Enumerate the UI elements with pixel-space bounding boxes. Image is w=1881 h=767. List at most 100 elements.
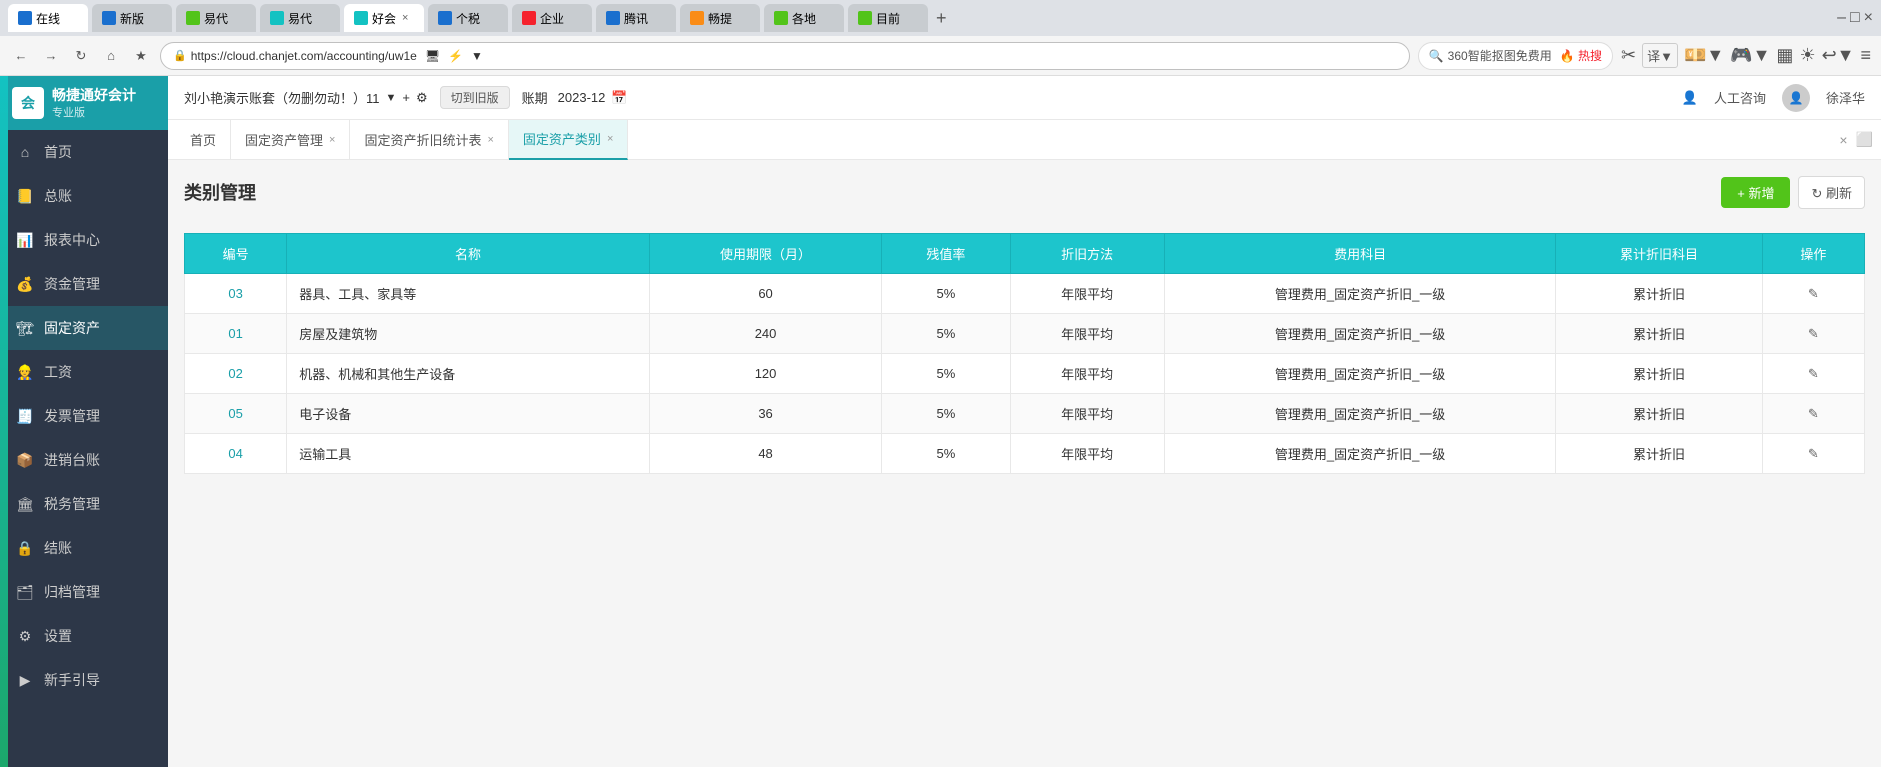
sidebar-item-archive[interactable]: 🗂 归档管理 — [0, 570, 168, 614]
maximize-button[interactable]: □ — [1850, 9, 1860, 27]
tab-label-3: 易代 — [204, 10, 228, 27]
sidebar-item-fund[interactable]: 💰 资金管理 — [0, 262, 168, 306]
cell-code-2[interactable]: 02 — [185, 354, 287, 394]
sidebar-logo-icon: 会 — [12, 87, 44, 119]
cell-action-0: ✎ — [1762, 274, 1864, 314]
new-tab-button[interactable]: + — [936, 8, 947, 29]
user-avatar-name[interactable]: 徐泽华 — [1826, 88, 1865, 107]
tab-fixed-mgmt[interactable]: 固定资产管理 × — [231, 120, 350, 160]
game-icon[interactable]: 🎮▼ — [1730, 45, 1770, 66]
browser-tab-3[interactable]: 易代 — [176, 4, 256, 32]
browser-tab-8[interactable]: 腾讯 — [596, 4, 676, 32]
expand-tabs-button[interactable]: ⬜ — [1856, 131, 1873, 148]
cell-name-0: 器具、工具、家具等 — [287, 274, 650, 314]
sidebar-header: 会 畅捷通好会计 专业版 — [0, 76, 168, 130]
sidebar-label-guide: 新手引导 — [44, 670, 100, 690]
browser-tab-2[interactable]: 新版 — [92, 4, 172, 32]
edit-button-2[interactable]: ✎ — [1808, 366, 1819, 381]
edit-button-0[interactable]: ✎ — [1808, 286, 1819, 301]
old-version-button[interactable]: 切到旧版 — [440, 86, 510, 109]
sidebar-item-inventory[interactable]: 📦 进销台账 — [0, 438, 168, 482]
sidebar-label-close: 结账 — [44, 538, 72, 558]
menu-icon[interactable]: ≡ — [1860, 45, 1871, 66]
sidebar-item-settings[interactable]: ⚙ 设置 — [0, 614, 168, 658]
page-tab-bar: 首页 固定资产管理 × 固定资产折旧统计表 × 固定资产类别 × × ⬜ — [168, 120, 1881, 160]
forward-button[interactable]: → — [40, 45, 62, 67]
sidebar-item-ledger[interactable]: 📒 总账 — [0, 174, 168, 218]
minimize-button[interactable]: – — [1837, 9, 1846, 27]
cell-period-1: 240 — [649, 314, 881, 354]
page-header: 类别管理 + 新增 ↻ 刷新 — [184, 176, 1865, 221]
tab-close-category[interactable]: × — [607, 133, 613, 145]
cell-code-1[interactable]: 01 — [185, 314, 287, 354]
tab-category[interactable]: 固定资产类别 × — [509, 120, 628, 160]
user-name-text: 刘小艳演示账套（勿删勿动！）11 — [184, 88, 380, 107]
tab-label-5: 好会 — [372, 10, 396, 27]
browser-tab-10[interactable]: 各地 — [764, 4, 844, 32]
sidebar-item-tax[interactable]: 🏛 税务管理 — [0, 482, 168, 526]
cell-accumulated-1: 累计折旧 — [1556, 314, 1762, 354]
calendar-icon[interactable]: 📅 — [611, 90, 627, 106]
tab-home[interactable]: 首页 — [176, 120, 231, 160]
notifications-button[interactable]: + — [402, 90, 410, 105]
payroll-icon: 👷 — [16, 363, 34, 381]
support-label[interactable]: 人工咨询 — [1714, 88, 1766, 107]
tab-close-5[interactable]: × — [402, 12, 408, 24]
tab-depreciation[interactable]: 固定资产折旧统计表 × — [350, 120, 508, 160]
cut-icon[interactable]: ✂ — [1621, 45, 1636, 66]
cell-code-3[interactable]: 05 — [185, 394, 287, 434]
currency-icon[interactable]: 💴▼ — [1684, 45, 1724, 66]
cell-code-0[interactable]: 03 — [185, 274, 287, 314]
cell-residual-0: 5% — [882, 274, 1010, 314]
tab-close-fixed-mgmt[interactable]: × — [329, 134, 335, 146]
bookmark-button[interactable]: ★ — [130, 45, 152, 67]
add-button[interactable]: + 新增 — [1721, 177, 1790, 208]
address-bar[interactable]: 🔒 https://cloud.chanjet.com/accounting/u… — [160, 42, 1410, 70]
browser-tab-4[interactable]: 易代 — [260, 4, 340, 32]
home-nav-button[interactable]: ⌂ — [100, 45, 122, 67]
cell-accumulated-0: 累计折旧 — [1556, 274, 1762, 314]
cell-action-2: ✎ — [1762, 354, 1864, 394]
tab-close-depreciation[interactable]: × — [487, 134, 493, 146]
settings-topbar-button[interactable]: ⚙ — [416, 90, 428, 106]
tab-bar-actions: × ⬜ — [1839, 131, 1873, 148]
edit-button-4[interactable]: ✎ — [1808, 446, 1819, 461]
page-body: 类别管理 + 新增 ↻ 刷新 编号 名称 使用期限（月） 残值率 折旧方法 费用… — [168, 160, 1881, 767]
sidebar-item-report[interactable]: 📊 报表中心 — [0, 218, 168, 262]
table-row: 03 器具、工具、家具等 60 5% 年限平均 管理费用_固定资产折旧_一级 累… — [185, 274, 1865, 314]
sidebar-item-payroll[interactable]: 👷 工资 — [0, 350, 168, 394]
cell-residual-4: 5% — [882, 434, 1010, 474]
tab-icon-6 — [438, 11, 452, 25]
sidebar-item-home[interactable]: ⌂ 首页 — [0, 130, 168, 174]
browser-tab-11[interactable]: 目前 — [848, 4, 928, 32]
browser-tools: ✂ 译▼ 💴▼ 🎮▼ ▦ ☀ ↩▼ ≡ — [1621, 43, 1871, 68]
search-bar[interactable]: 🔍 360智能抠图免费用 🔥 热搜 — [1418, 42, 1613, 70]
edit-button-3[interactable]: ✎ — [1808, 406, 1819, 421]
close-window-button[interactable]: × — [1864, 9, 1873, 27]
page-title: 类别管理 — [184, 179, 256, 205]
undo-icon[interactable]: ↩▼ — [1822, 45, 1855, 66]
edit-button-1[interactable]: ✎ — [1808, 326, 1819, 341]
sidebar-item-invoice[interactable]: 🧾 发票管理 — [0, 394, 168, 438]
back-button[interactable]: ← — [10, 45, 32, 67]
sidebar-item-guide[interactable]: ▶ 新手引导 — [0, 658, 168, 702]
sidebar-logo-title: 畅捷通好会计 — [52, 86, 136, 104]
sidebar-item-close[interactable]: 🔒 结账 — [0, 526, 168, 570]
sidebar-label-archive: 归档管理 — [44, 582, 100, 602]
brightness-icon[interactable]: ☀ — [1799, 45, 1815, 66]
refresh-button[interactable]: ↻ 刷新 — [1798, 176, 1865, 209]
browser-tab-6[interactable]: 个税 — [428, 4, 508, 32]
browser-tab-active[interactable]: 在线 — [8, 4, 88, 32]
sidebar-item-fixed-assets[interactable]: 🏗 固定资产 — [0, 306, 168, 350]
browser-tab-7[interactable]: 企业 — [512, 4, 592, 32]
table-row: 01 房屋及建筑物 240 5% 年限平均 管理费用_固定资产折旧_一级 累计折… — [185, 314, 1865, 354]
browser-tab-9[interactable]: 畅提 — [680, 4, 760, 32]
close-all-tabs-button[interactable]: × — [1839, 132, 1847, 148]
ledger-icon: 📒 — [16, 187, 34, 205]
translate-icon[interactable]: 译▼ — [1642, 43, 1678, 68]
grid-icon[interactable]: ▦ — [1776, 45, 1793, 66]
browser-tab-5[interactable]: 好会 × — [344, 4, 424, 32]
reload-button[interactable]: ↻ — [70, 45, 92, 67]
main-content: 刘小艳演示账套（勿删勿动！）11 ▼ + ⚙ 切到旧版 账期 2023-12 📅… — [168, 76, 1881, 767]
cell-code-4[interactable]: 04 — [185, 434, 287, 474]
